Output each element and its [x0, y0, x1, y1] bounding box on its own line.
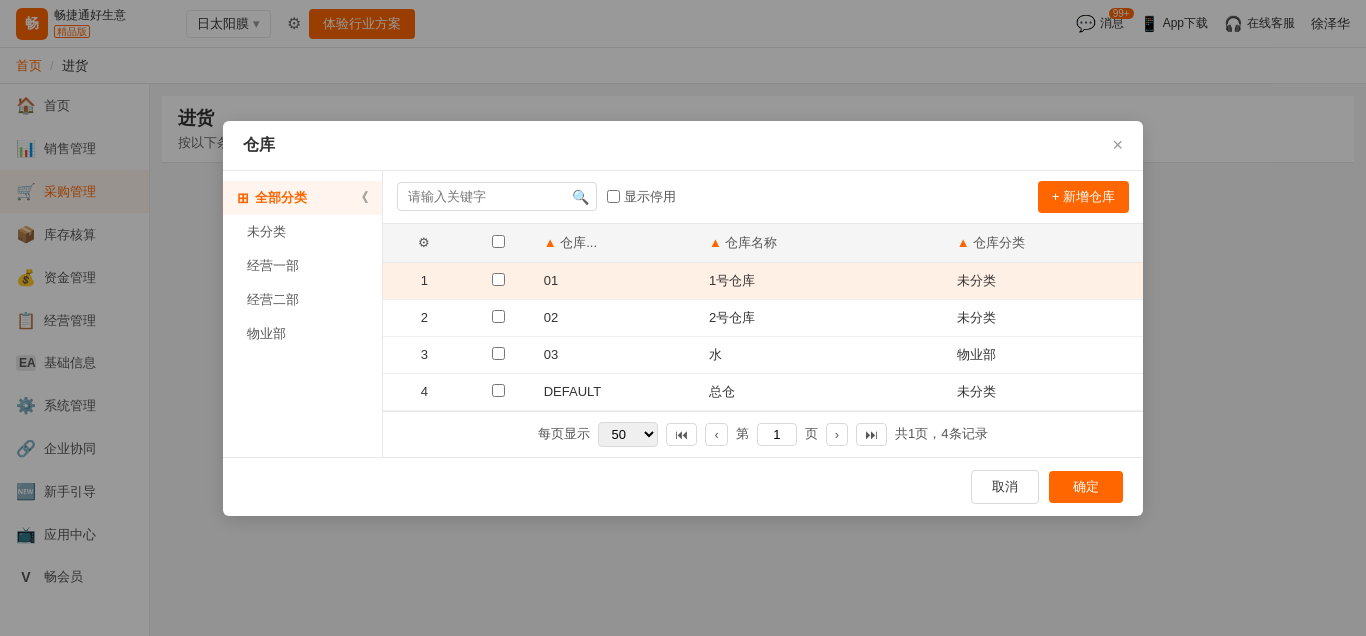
table-row[interactable]: 1 01 1号仓库 未分类: [383, 262, 1143, 299]
row-num: 3: [383, 336, 466, 373]
table-body: 1 01 1号仓库 未分类 2: [383, 262, 1143, 410]
row-check[interactable]: [466, 336, 532, 373]
row-checkbox[interactable]: [492, 310, 505, 323]
col-header-gear: ⚙: [383, 224, 466, 263]
modal-overlay: 仓库 × ⊞ 全部分类 《 未分类 经营一部 经营二部: [0, 0, 1366, 636]
row-category: 未分类: [945, 373, 1143, 410]
show-disabled-checkbox[interactable]: [607, 190, 620, 203]
total-text: 共1页，4条记录: [895, 425, 987, 443]
search-input[interactable]: [397, 182, 597, 211]
per-page-select[interactable]: 50 100 200: [598, 422, 658, 447]
warehouse-modal: 仓库 × ⊞ 全部分类 《 未分类 经营一部 经营二部: [223, 121, 1143, 516]
col-header-code: ▲ 仓库...: [532, 224, 697, 263]
warehouse-data-table: ⚙ ▲ 仓库... ▲: [383, 224, 1143, 411]
row-code: 01: [532, 262, 697, 299]
row-category: 未分类: [945, 262, 1143, 299]
sort-icon: ▲: [544, 235, 557, 250]
category-item-property[interactable]: 物业部: [223, 317, 382, 351]
col-header-name: ▲ 仓库名称: [697, 224, 945, 263]
modal-close-button[interactable]: ×: [1112, 135, 1123, 156]
table-panel: 🔍 显示停用 + 新增仓库 ⚙: [383, 171, 1143, 457]
show-disabled-text: 显示停用: [624, 188, 676, 206]
confirm-button[interactable]: 确定: [1049, 471, 1123, 503]
modal-body: ⊞ 全部分类 《 未分类 经营一部 经营二部 物业部: [223, 171, 1143, 457]
row-code: DEFAULT: [532, 373, 697, 410]
prev-page-button[interactable]: ‹: [705, 423, 727, 446]
row-check[interactable]: [466, 262, 532, 299]
row-name: 水: [697, 336, 945, 373]
modal-header: 仓库 ×: [223, 121, 1143, 171]
row-checkbox[interactable]: [492, 273, 505, 286]
row-category: 物业部: [945, 336, 1143, 373]
row-name: 2号仓库: [697, 299, 945, 336]
row-category: 未分类: [945, 299, 1143, 336]
row-name: 1号仓库: [697, 262, 945, 299]
select-all-checkbox[interactable]: [492, 235, 505, 248]
grid-icon: ⊞: [237, 190, 249, 206]
table-row[interactable]: 4 DEFAULT 总仓 未分类: [383, 373, 1143, 410]
table-header-row: ⚙ ▲ 仓库... ▲: [383, 224, 1143, 263]
table-toolbar: 🔍 显示停用 + 新增仓库: [383, 171, 1143, 224]
category-label-property: 物业部: [247, 326, 286, 341]
category-item-none[interactable]: 未分类: [223, 215, 382, 249]
row-check[interactable]: [466, 299, 532, 336]
row-check[interactable]: [466, 373, 532, 410]
category-label-none: 未分类: [247, 224, 286, 239]
category-panel: ⊞ 全部分类 《 未分类 经营一部 经营二部 物业部: [223, 171, 383, 457]
last-page-button[interactable]: ⏭: [856, 423, 887, 446]
search-input-wrap: 🔍: [397, 182, 597, 211]
sort-icon2: ▲: [709, 235, 722, 250]
page-unit: 页: [805, 425, 818, 443]
search-icon[interactable]: 🔍: [572, 189, 589, 205]
col-header-category: ▲ 仓库分类: [945, 224, 1143, 263]
add-warehouse-button[interactable]: + 新增仓库: [1038, 181, 1129, 213]
row-name: 总仓: [697, 373, 945, 410]
table-row[interactable]: 3 03 水 物业部: [383, 336, 1143, 373]
row-num: 1: [383, 262, 466, 299]
page-number-input[interactable]: [757, 423, 797, 446]
next-page-button[interactable]: ›: [826, 423, 848, 446]
gear-icon: ⚙: [418, 235, 430, 250]
category-item-dept1[interactable]: 经营一部: [223, 249, 382, 283]
cancel-button[interactable]: 取消: [971, 470, 1039, 504]
row-num: 4: [383, 373, 466, 410]
modal-footer: 取消 确定: [223, 457, 1143, 516]
modal-title: 仓库: [243, 135, 275, 156]
per-page-label: 每页显示: [538, 425, 590, 443]
col-header-check: [466, 224, 532, 263]
collapse-icon[interactable]: 《: [355, 189, 368, 207]
pagination-bar: 每页显示 50 100 200 ⏮ ‹ 第 页 › ⏭ 共1页，4条记录: [383, 411, 1143, 457]
first-page-button[interactable]: ⏮: [666, 423, 697, 446]
category-item-dept2[interactable]: 经营二部: [223, 283, 382, 317]
warehouse-table: ⚙ ▲ 仓库... ▲: [383, 224, 1143, 411]
category-all-label: 全部分类: [255, 189, 307, 207]
row-code: 02: [532, 299, 697, 336]
page-label: 第: [736, 425, 749, 443]
row-checkbox[interactable]: [492, 347, 505, 360]
row-code: 03: [532, 336, 697, 373]
category-label-dept1: 经营一部: [247, 258, 299, 273]
sort-icon3: ▲: [957, 235, 970, 250]
show-disabled-label[interactable]: 显示停用: [607, 188, 676, 206]
row-checkbox[interactable]: [492, 384, 505, 397]
row-num: 2: [383, 299, 466, 336]
table-row[interactable]: 2 02 2号仓库 未分类: [383, 299, 1143, 336]
category-all[interactable]: ⊞ 全部分类 《: [223, 181, 382, 215]
category-label-dept2: 经营二部: [247, 292, 299, 307]
